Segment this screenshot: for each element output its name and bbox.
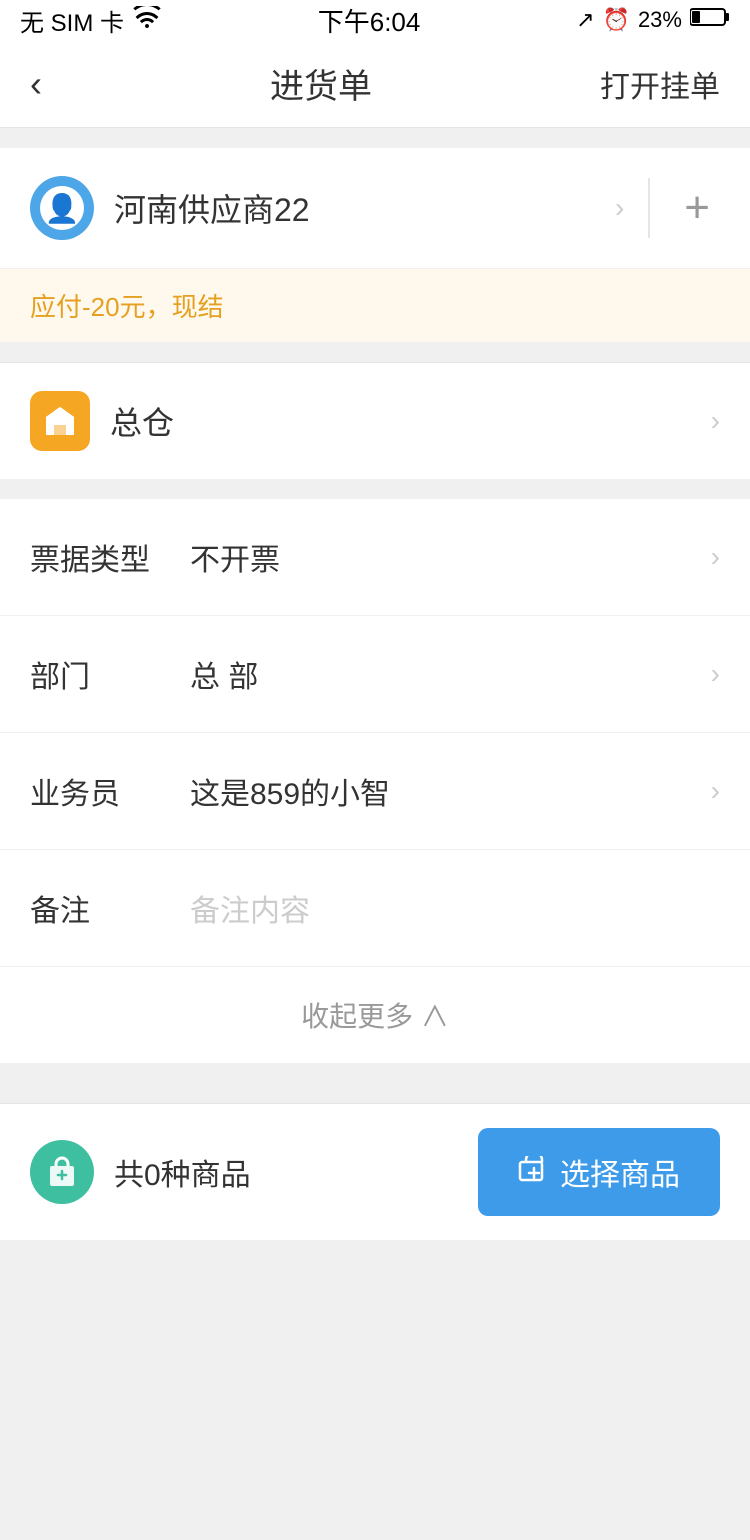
- status-bar: 无 SIM 卡 下午6:04 ↗ ⏰ 23%: [0, 0, 750, 40]
- supplier-row[interactable]: 👤 河南供应商22 › +: [0, 148, 750, 269]
- bottom-bar: 共0种商品 选择商品: [0, 1103, 750, 1240]
- invoice-row[interactable]: 票据类型 不开票 ›: [0, 499, 750, 616]
- salesperson-row[interactable]: 业务员 这是859的小智 ›: [0, 733, 750, 850]
- remark-label: 备注: [30, 886, 150, 930]
- dept-chevron-icon: ›: [711, 658, 720, 690]
- back-button[interactable]: ‹: [30, 63, 42, 105]
- invoice-chevron-icon: ›: [711, 541, 720, 573]
- wifi-icon: [132, 6, 162, 35]
- salesperson-label: 业务员: [30, 769, 150, 813]
- divider: [648, 178, 650, 238]
- page-background: [0, 1240, 750, 1540]
- warehouse-chevron-icon: ›: [711, 405, 720, 437]
- nav-bar: ‹ 进货单 打开挂单: [0, 40, 750, 128]
- status-left: 无 SIM 卡: [20, 3, 162, 38]
- dept-label: 部门: [30, 652, 150, 696]
- section-gap-1: [0, 128, 750, 148]
- salesperson-value: 这是859的小智: [150, 769, 711, 813]
- open-pending-button[interactable]: 打开挂单: [600, 62, 720, 106]
- section-gap-2: [0, 342, 750, 362]
- status-time: 下午6:04: [318, 2, 421, 39]
- warehouse-row[interactable]: 总仓 ›: [0, 362, 750, 479]
- invoice-label: 票据类型: [30, 535, 150, 579]
- remark-input[interactable]: 备注内容: [150, 886, 720, 930]
- no-sim-text: 无 SIM 卡: [20, 3, 124, 38]
- section-gap-3: [0, 1063, 750, 1083]
- alarm-icon: ⏰: [603, 7, 630, 33]
- select-btn-label: 选择商品: [560, 1150, 680, 1194]
- cart-icon: [518, 1156, 550, 1188]
- page-title: 进货单: [270, 59, 372, 108]
- form-section: 票据类型 不开票 › 部门 总 部 › 业务员 这是859的小智 › 备注 备注…: [0, 499, 750, 966]
- remark-row[interactable]: 备注 备注内容: [0, 850, 750, 966]
- dept-value: 总 部: [150, 652, 711, 696]
- notice-bar: 应付-20元，现结: [0, 269, 750, 342]
- dept-row[interactable]: 部门 总 部 ›: [0, 616, 750, 733]
- add-button[interactable]: +: [674, 183, 720, 233]
- notice-text: 应付-20元，现结: [30, 292, 224, 322]
- salesperson-chevron-icon: ›: [711, 775, 720, 807]
- location-icon: ↗: [576, 7, 594, 33]
- warehouse-name: 总仓: [110, 398, 711, 444]
- avatar: 👤: [30, 176, 94, 240]
- supplier-name: 河南供应商22: [114, 185, 615, 231]
- supplier-section: 👤 河南供应商22 › + 应付-20元，现结: [0, 148, 750, 342]
- chevron-right-icon: ›: [615, 192, 624, 224]
- collapse-bar[interactable]: 收起更多 ∧: [0, 966, 750, 1063]
- product-count: 共0种商品: [114, 1150, 478, 1194]
- invoice-value: 不开票: [150, 535, 711, 579]
- select-product-button[interactable]: 选择商品: [478, 1128, 720, 1216]
- warehouse-icon: [30, 391, 90, 451]
- battery-icon: [690, 7, 730, 33]
- person-icon: 👤: [45, 192, 80, 225]
- product-icon: [30, 1140, 94, 1204]
- status-right: ↗ ⏰ 23%: [576, 7, 730, 33]
- battery-text: 23%: [638, 7, 682, 33]
- collapse-label: 收起更多 ∧: [301, 1001, 449, 1032]
